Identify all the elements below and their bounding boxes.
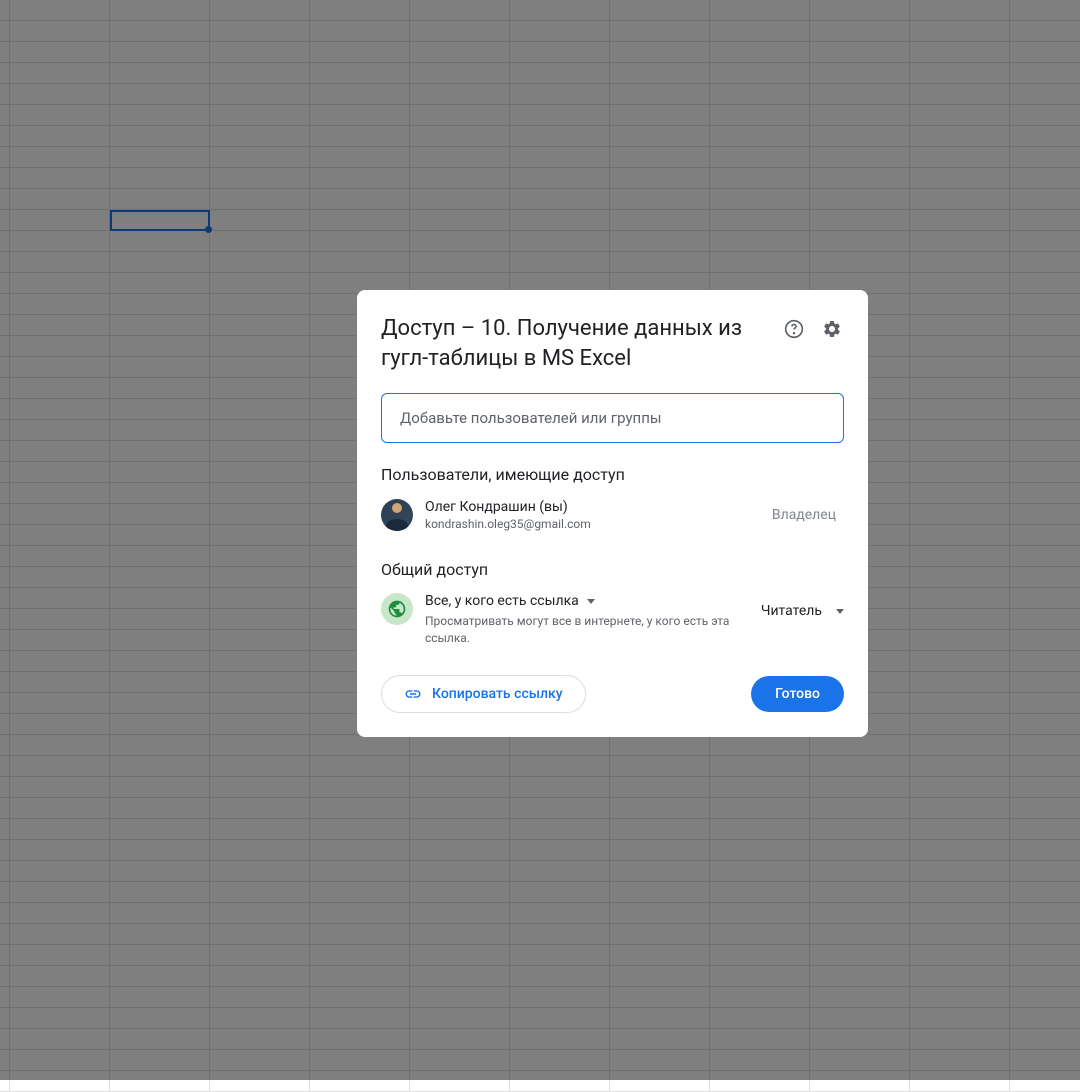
done-button[interactable]: Готово — [751, 676, 844, 712]
user-email: kondrashin.oleg35@gmail.com — [425, 517, 760, 533]
share-dialog: Доступ – 10. Получение данных из гугл-та… — [357, 290, 868, 737]
user-avatar — [381, 499, 413, 531]
chevron-down-icon — [587, 599, 595, 604]
access-type-dropdown[interactable]: Все, у кого есть ссылка — [425, 593, 749, 609]
access-section-title: Общий доступ — [381, 560, 844, 579]
access-type-label: Все, у кого есть ссылка — [425, 593, 579, 609]
dialog-title: Доступ – 10. Получение данных из гугл-та… — [381, 314, 781, 373]
settings-icon[interactable] — [820, 317, 844, 341]
help-icon[interactable] — [782, 317, 806, 341]
chevron-down-icon — [836, 609, 844, 614]
globe-icon — [381, 593, 413, 625]
copy-link-button[interactable]: Копировать ссылку — [381, 675, 586, 713]
role-dropdown[interactable]: Читатель — [761, 603, 844, 619]
role-label: Читатель — [761, 603, 822, 619]
access-description: Просматривать могут все в интернете, у к… — [425, 613, 749, 647]
add-users-input[interactable] — [381, 393, 844, 443]
user-name: Олег Кондрашин (вы) — [425, 498, 760, 516]
access-row: Все, у кого есть ссылка Просматривать мо… — [381, 593, 844, 647]
user-row: Олег Кондрашин (вы) kondrashin.oleg35@gm… — [381, 498, 844, 532]
copy-link-label: Копировать ссылку — [432, 686, 563, 702]
users-section-title: Пользователи, имеющие доступ — [381, 465, 844, 484]
link-icon — [404, 685, 422, 703]
user-role: Владелец — [772, 507, 836, 523]
